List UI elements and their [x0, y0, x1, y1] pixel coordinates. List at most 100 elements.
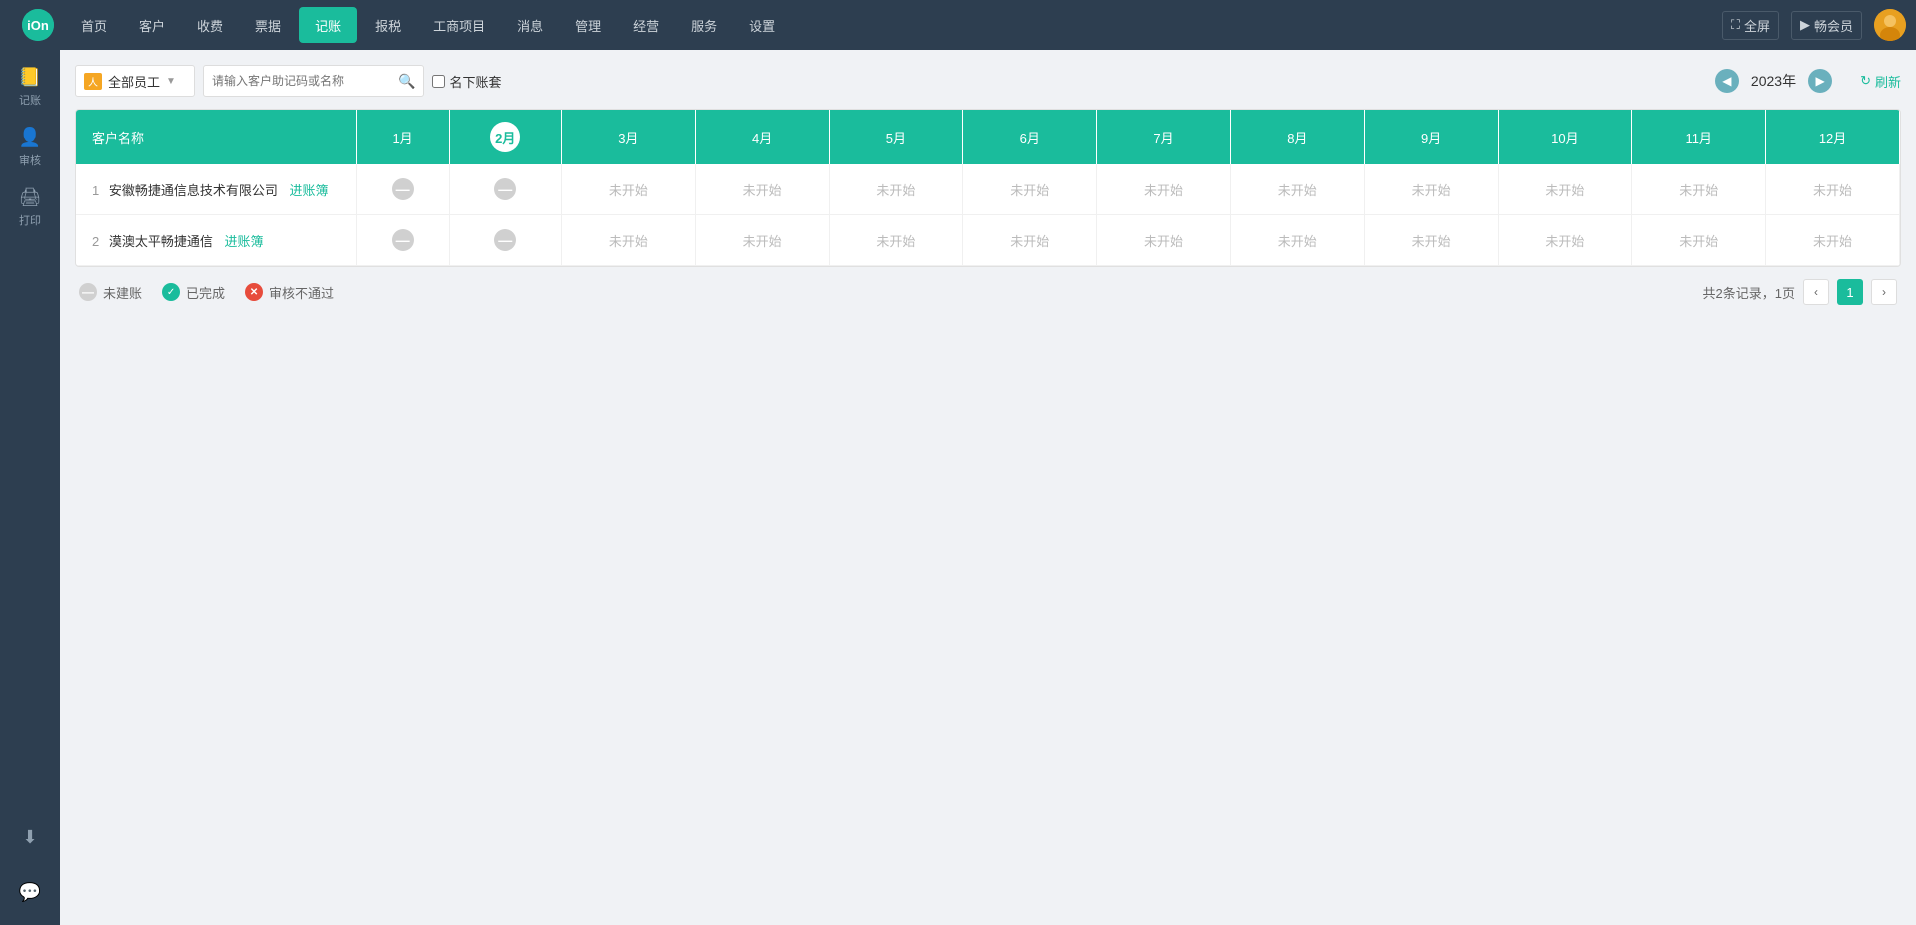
fullscreen-icon: ⛶ [1731, 17, 1740, 33]
pagination: 共2条记录，1页 ‹ 1 › [1703, 279, 1897, 305]
fullscreen-button[interactable]: ⛶ 全屏 [1722, 11, 1779, 40]
table-cell-month-8: 未开始 [1230, 215, 1364, 266]
status-not-started: 未开始 [1010, 234, 1049, 249]
col-month-6: 6月 [963, 110, 1097, 164]
my-accounts-checkbox[interactable] [432, 75, 445, 88]
table-cell-month-10: 未开始 [1498, 164, 1632, 215]
status-not-started: 未开始 [1010, 183, 1049, 198]
chevron-down-icon: ▼ [166, 76, 176, 87]
legend-completed: ✓ 已完成 [162, 283, 225, 302]
footer: — 未建账 ✓ 已完成 ✕ 审核不通过 共2条记录，1页 ‹ 1 › [75, 279, 1901, 305]
not-built-icon: — [79, 283, 97, 301]
rejected-label: 审核不通过 [269, 283, 334, 302]
nav-service[interactable]: 服务 [675, 0, 733, 50]
table-header-row: 客户名称 1月 2月 3月 4月 5月 6月 7月 8月 9月 10月 11月 [76, 110, 1900, 164]
status-not-started: 未开始 [876, 234, 915, 249]
top-nav: iOn 首页 客户 收费 票据 记账 报税 工商项目 消息 管理 经营 服务 设… [0, 0, 1916, 50]
col-month-1: 1月 [356, 110, 449, 164]
table-cell-month-7: 未开始 [1097, 215, 1231, 266]
completed-label: 已完成 [186, 283, 225, 302]
current-page-indicator: 1 [1837, 279, 1863, 305]
col-month-12: 12月 [1766, 110, 1900, 164]
legend: — 未建账 ✓ 已完成 ✕ 审核不通过 [79, 283, 334, 302]
main-content: 人 全部员工 ▼ 🔍 名下账套 ◀ 2023年 ▶ ↻ 刷新 客 [60, 50, 1916, 925]
refresh-button[interactable]: ↻ 刷新 [1860, 72, 1901, 91]
status-not-started: 未开始 [876, 183, 915, 198]
nav-settings[interactable]: 设置 [733, 0, 791, 50]
employee-badge-icon: 人 [84, 73, 102, 90]
nav-manage[interactable]: 管理 [559, 0, 617, 50]
status-not-started: 未开始 [1144, 183, 1183, 198]
employee-select-label: 全部员工 [108, 72, 160, 91]
sidebar-item-audit-label: 审核 [19, 152, 41, 168]
table-cell-month-3: 未开始 [561, 164, 695, 215]
total-records-label: 共2条记录，1页 [1703, 283, 1795, 302]
status-not-started: 未开始 [743, 234, 782, 249]
table-cell-company: 2 漠澳太平畅捷通信 进账簿 [76, 215, 356, 266]
col-month-2: 2月 [449, 110, 561, 164]
table-wrapper[interactable]: 客户名称 1月 2月 3月 4月 5月 6月 7月 8月 9月 10月 11月 [76, 110, 1900, 266]
nav-tax[interactable]: 报税 [359, 0, 417, 50]
search-container: 🔍 [203, 65, 424, 97]
col-month-10: 10月 [1498, 110, 1632, 164]
prev-page-button[interactable]: ‹ [1803, 279, 1829, 305]
sidebar-item-chat[interactable]: 💬 [5, 865, 55, 920]
nav-home[interactable]: 首页 [65, 0, 123, 50]
avatar[interactable] [1874, 9, 1906, 41]
prev-year-button[interactable]: ◀ [1715, 69, 1739, 93]
sidebar-item-print[interactable]: 🖨 打印 [5, 180, 55, 235]
active-month-circle: 2月 [490, 122, 520, 152]
chat-icon: 💬 [19, 882, 41, 903]
nav-operation[interactable]: 经营 [617, 0, 675, 50]
company-name: 漠澳太平畅捷通信 [109, 234, 213, 249]
search-icon[interactable]: 🔍 [398, 73, 415, 90]
top-nav-right: ⛶ 全屏 ▶ 畅会员 [1722, 9, 1906, 41]
status-not-started: 未开始 [1412, 234, 1451, 249]
logo-icon: iOn [22, 9, 54, 41]
table-cell-month-9: 未开始 [1364, 164, 1498, 215]
nav-menu: 首页 客户 收费 票据 记账 报税 工商项目 消息 管理 经营 服务 设置 [65, 0, 1722, 50]
nav-accounting[interactable]: 记账 [299, 7, 357, 43]
table-cell-company: 1 安徽畅捷通信息技术有限公司 进账簿 [76, 164, 356, 215]
status-not-started: 未开始 [1545, 234, 1584, 249]
member-icon: ▶ [1800, 17, 1810, 33]
table-cell-month-9: 未开始 [1364, 215, 1498, 266]
table-cell-month-2: — [449, 215, 561, 266]
rejected-icon: ✕ [245, 283, 263, 301]
nav-invoice[interactable]: 票据 [239, 0, 297, 50]
status-not-started: 未开始 [1679, 234, 1718, 249]
member-button[interactable]: ▶ 畅会员 [1791, 11, 1862, 40]
nav-business[interactable]: 工商项目 [417, 0, 501, 50]
enter-link[interactable]: 进账簿 [225, 234, 264, 249]
refresh-label: 刷新 [1875, 72, 1901, 91]
legend-rejected: ✕ 审核不通过 [245, 283, 334, 302]
status-not-started: 未开始 [609, 234, 648, 249]
table-cell-month-12: 未开始 [1766, 215, 1900, 266]
search-input[interactable] [212, 74, 392, 88]
status-dash-icon: — [392, 229, 414, 251]
col-month-4: 4月 [695, 110, 829, 164]
table-cell-month-2: — [449, 164, 561, 215]
logo: iOn [10, 9, 65, 41]
next-page-button[interactable]: › [1871, 279, 1897, 305]
sidebar-item-download[interactable]: ⬇ [5, 810, 55, 865]
my-accounts-checkbox-label[interactable]: 名下账套 [432, 72, 501, 91]
table-cell-month-4: 未开始 [695, 215, 829, 266]
enter-link[interactable]: 进账簿 [290, 183, 329, 198]
status-dash-icon: — [392, 178, 414, 200]
member-label: 畅会员 [1814, 16, 1853, 35]
nav-billing[interactable]: 收费 [181, 0, 239, 50]
sidebar-item-accounting[interactable]: 📒 记账 [5, 60, 55, 115]
fullscreen-label: 全屏 [1744, 16, 1770, 35]
col-month-3: 3月 [561, 110, 695, 164]
nav-customer[interactable]: 客户 [123, 0, 181, 50]
nav-message[interactable]: 消息 [501, 0, 559, 50]
audit-icon: 👤 [19, 127, 41, 148]
col-month-9: 9月 [1364, 110, 1498, 164]
table-cell-month-11: 未开始 [1632, 215, 1766, 266]
employee-select[interactable]: 人 全部员工 ▼ [75, 65, 195, 97]
table-cell-month-8: 未开始 [1230, 164, 1364, 215]
refresh-icon: ↻ [1860, 73, 1871, 89]
next-year-button[interactable]: ▶ [1808, 69, 1832, 93]
sidebar-item-audit[interactable]: 👤 审核 [5, 120, 55, 175]
